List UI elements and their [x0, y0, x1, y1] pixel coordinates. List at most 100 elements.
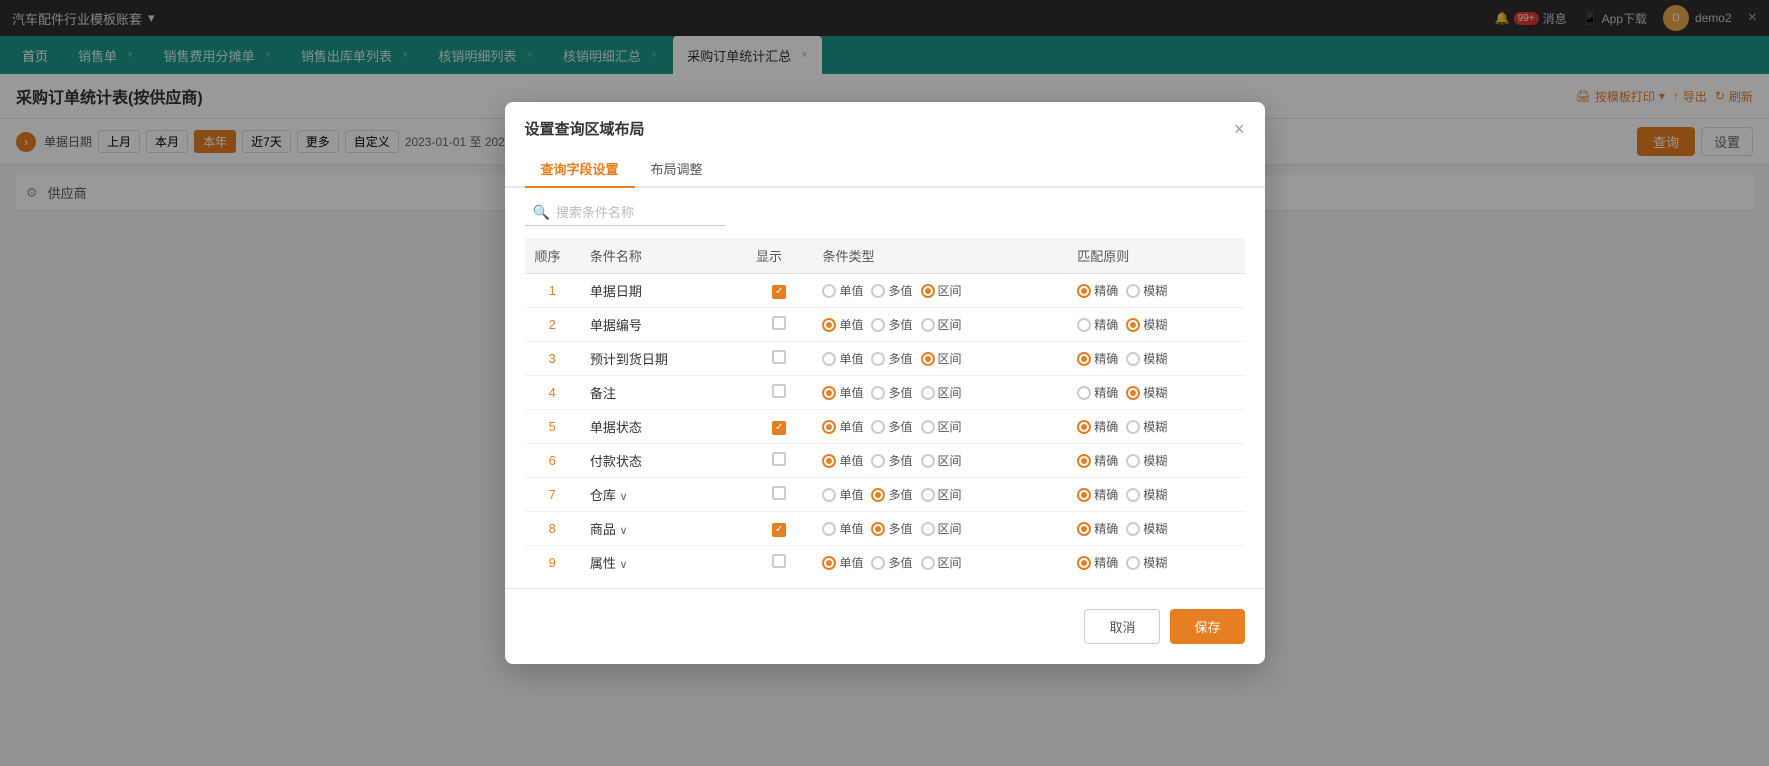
- radio-match-item[interactable]: 精确: [1077, 486, 1118, 503]
- radio-type-item[interactable]: 区间: [921, 554, 962, 571]
- radio-type-item[interactable]: 多值: [871, 316, 912, 333]
- table-row: 8商品 ∨✓单值多值区间精确模糊: [525, 512, 1245, 546]
- radio-type-label: 区间: [938, 554, 962, 571]
- dialog-header: 设置查询区域布局 ×: [505, 102, 1265, 139]
- dialog: 设置查询区域布局 × 查询字段设置 布局调整 🔍 顺序: [505, 102, 1265, 664]
- radio-match-item[interactable]: 模糊: [1126, 282, 1167, 299]
- radio-match-item[interactable]: 精确: [1077, 350, 1118, 367]
- radio-match-item[interactable]: 模糊: [1126, 452, 1167, 469]
- cell-show[interactable]: [746, 478, 812, 512]
- show-checkbox[interactable]: ✓: [772, 421, 786, 435]
- radio-type-item[interactable]: 区间: [921, 384, 962, 401]
- cell-type: 单值多值区间: [812, 410, 1067, 444]
- radio-match-indicator: [1126, 454, 1140, 468]
- radio-type-item[interactable]: 区间: [921, 316, 962, 333]
- radio-type-item[interactable]: 单值: [822, 486, 863, 503]
- table-row: 3预计到货日期单值多值区间精确模糊: [525, 342, 1245, 376]
- search-input[interactable]: [556, 205, 706, 220]
- cell-show[interactable]: ✓: [746, 512, 812, 546]
- dialog-tab-layout[interactable]: 布局调整: [635, 151, 719, 188]
- radio-match-label: 模糊: [1143, 520, 1167, 537]
- radio-match-label: 精确: [1094, 282, 1118, 299]
- radio-match-item[interactable]: 模糊: [1126, 418, 1167, 435]
- radio-match-item[interactable]: 精确: [1077, 554, 1118, 571]
- radio-match-indicator: [1126, 556, 1140, 570]
- radio-type-item[interactable]: 单值: [822, 418, 863, 435]
- show-checkbox[interactable]: [772, 384, 786, 398]
- cell-show[interactable]: [746, 342, 812, 376]
- radio-type-item[interactable]: 多值: [871, 486, 912, 503]
- radio-type-label: 单值: [839, 486, 863, 503]
- radio-match-item[interactable]: 模糊: [1126, 384, 1167, 401]
- cell-show[interactable]: [746, 376, 812, 410]
- radio-type-item[interactable]: 区间: [921, 520, 962, 537]
- dialog-close-button[interactable]: ×: [1234, 120, 1245, 138]
- th-type: 条件类型: [812, 238, 1067, 274]
- radio-match-item[interactable]: 精确: [1077, 316, 1118, 333]
- radio-type-item[interactable]: 多值: [871, 384, 912, 401]
- radio-type-indicator: [871, 352, 885, 366]
- radio-type-item[interactable]: 多值: [871, 282, 912, 299]
- radio-type-item[interactable]: 单值: [822, 452, 863, 469]
- modal-overlay: 设置查询区域布局 × 查询字段设置 布局调整 🔍 顺序: [0, 0, 1769, 766]
- cell-show[interactable]: [746, 444, 812, 478]
- radio-match-item[interactable]: 模糊: [1126, 350, 1167, 367]
- radio-type-item[interactable]: 区间: [921, 282, 962, 299]
- radio-type-label: 多值: [888, 554, 912, 571]
- cell-show[interactable]: [746, 546, 812, 579]
- radio-type-item[interactable]: 多值: [871, 452, 912, 469]
- cell-show[interactable]: ✓: [746, 410, 812, 444]
- cell-name: 单据编号: [580, 308, 746, 342]
- show-checkbox[interactable]: ✓: [772, 285, 786, 299]
- show-checkbox[interactable]: ✓: [772, 523, 786, 537]
- radio-match-item[interactable]: 模糊: [1126, 554, 1167, 571]
- radio-type-item[interactable]: 区间: [921, 486, 962, 503]
- radio-type-label: 多值: [888, 282, 912, 299]
- cell-type: 单值 多值区间: [812, 444, 1067, 478]
- radio-match-item[interactable]: 模糊: [1126, 520, 1167, 537]
- radio-type-item[interactable]: 单值: [822, 282, 863, 299]
- th-name: 条件名称: [580, 238, 746, 274]
- radio-type-item[interactable]: 单值: [822, 554, 863, 571]
- radio-type-item[interactable]: 多值: [871, 520, 912, 537]
- dialog-title: 设置查询区域布局: [525, 118, 645, 139]
- show-checkbox[interactable]: [772, 554, 786, 568]
- show-checkbox[interactable]: [772, 486, 786, 500]
- cell-match: 精确模糊: [1067, 478, 1244, 512]
- radio-match-item[interactable]: 精确: [1077, 418, 1118, 435]
- radio-type-item[interactable]: 多值: [871, 554, 912, 571]
- radio-match-label: 精确: [1094, 418, 1118, 435]
- radio-match-item[interactable]: 精确: [1077, 384, 1118, 401]
- show-checkbox[interactable]: [772, 316, 786, 330]
- radio-match-item[interactable]: 精确: [1077, 520, 1118, 537]
- radio-type-label: 多值: [888, 452, 912, 469]
- cell-show[interactable]: [746, 308, 812, 342]
- radio-match-item[interactable]: 模糊: [1126, 486, 1167, 503]
- radio-match-label: 模糊: [1143, 452, 1167, 469]
- save-button[interactable]: 保存: [1170, 609, 1244, 644]
- radio-match-item[interactable]: 精确: [1077, 282, 1118, 299]
- cell-show[interactable]: ✓: [746, 274, 812, 308]
- cancel-button[interactable]: 取消: [1084, 609, 1160, 644]
- dialog-tab-query-fields[interactable]: 查询字段设置: [525, 151, 635, 188]
- radio-type-item[interactable]: 区间: [921, 418, 962, 435]
- radio-type-item[interactable]: 多值: [871, 350, 912, 367]
- dialog-tab-layout-label: 布局调整: [651, 162, 703, 177]
- radio-type-item[interactable]: 单值: [822, 520, 863, 537]
- radio-type-indicator: [871, 522, 885, 536]
- radio-type-indicator: [871, 318, 885, 332]
- cell-order: 2: [525, 308, 580, 342]
- show-checkbox[interactable]: [772, 452, 786, 466]
- radio-type-item[interactable]: 多值: [871, 418, 912, 435]
- radio-type-item[interactable]: 区间: [921, 350, 962, 367]
- radio-match-item[interactable]: 模糊: [1126, 316, 1167, 333]
- radio-type-item[interactable]: 单值: [822, 316, 863, 333]
- radio-type-item[interactable]: 区间: [921, 452, 962, 469]
- radio-match-label: 精确: [1094, 316, 1118, 333]
- radio-match-item[interactable]: 精确: [1077, 452, 1118, 469]
- show-checkbox[interactable]: [772, 350, 786, 364]
- radio-match-indicator: [1126, 284, 1140, 298]
- cell-match: 精确模糊: [1067, 410, 1244, 444]
- radio-type-item[interactable]: 单值: [822, 384, 863, 401]
- radio-type-item[interactable]: 单值: [822, 350, 863, 367]
